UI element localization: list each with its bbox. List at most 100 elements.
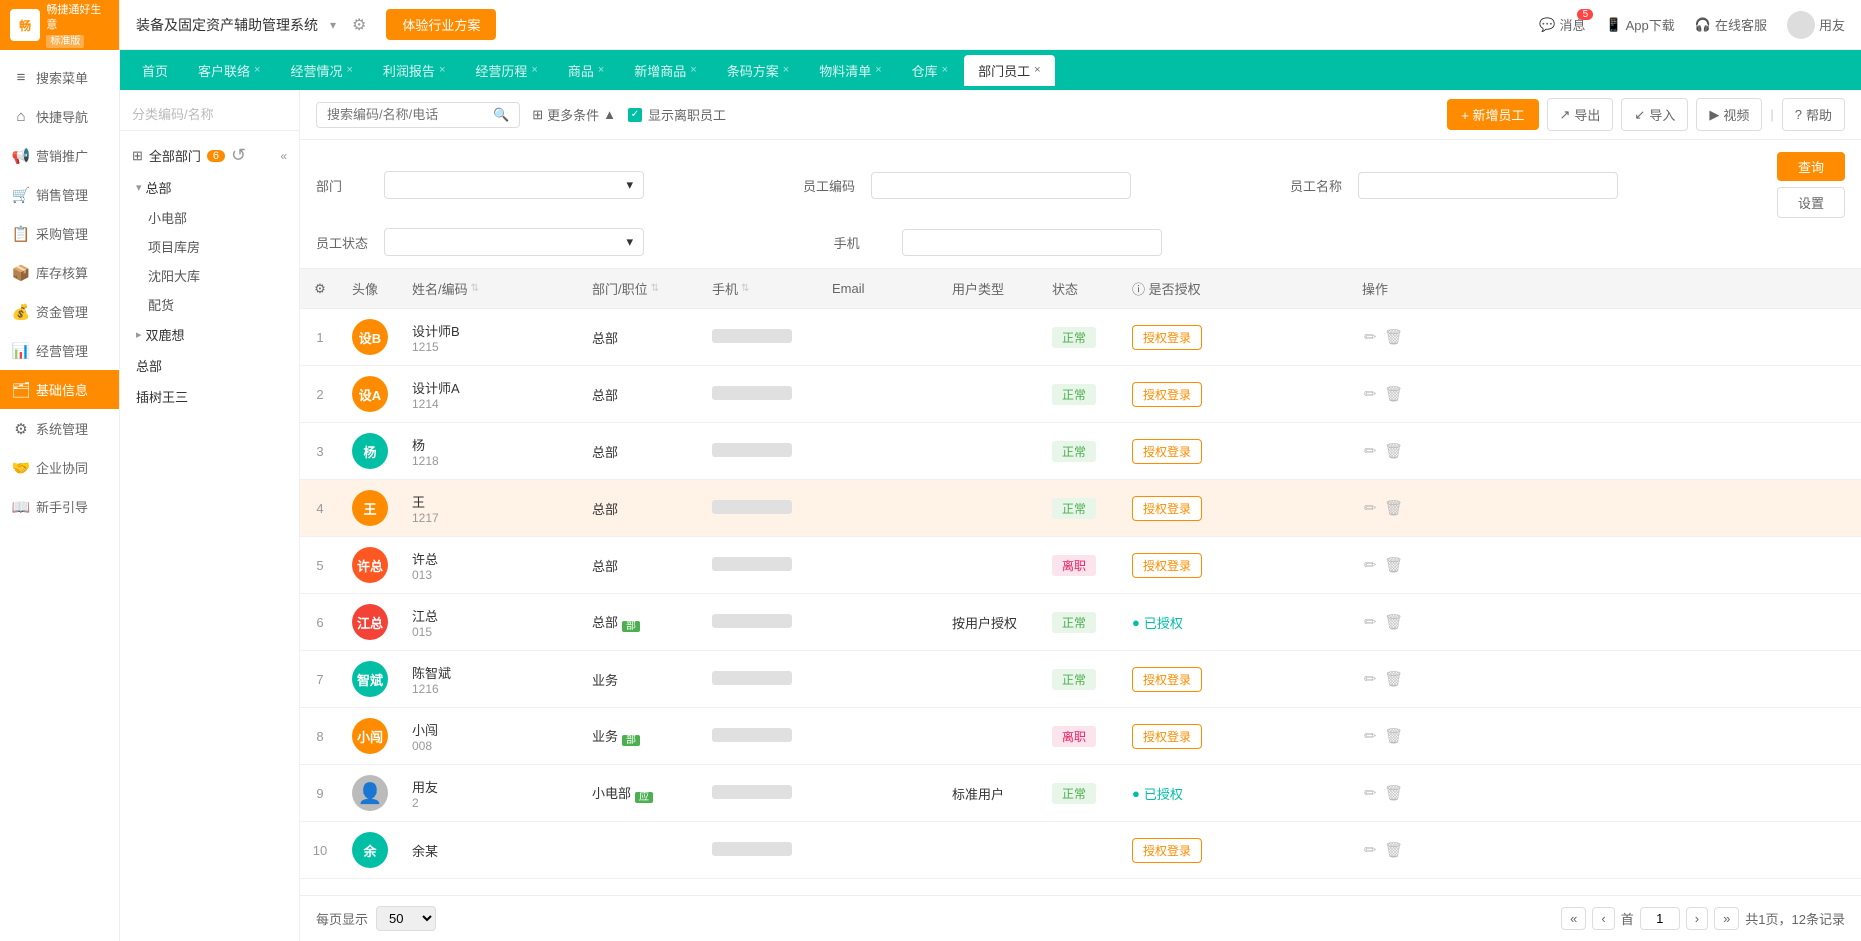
video-button[interactable]: ▶ 视频 [1696, 98, 1762, 131]
help-button[interactable]: ? 帮助 [1782, 98, 1845, 131]
tab-goods[interactable]: 商品 × [554, 55, 618, 86]
tab-customer[interactable]: 客户联络 × [184, 55, 274, 86]
try-button[interactable]: 体验行业方案 [386, 9, 496, 40]
online-service-button[interactable]: 🎧 在线客服 [1695, 15, 1767, 34]
sidebar-item-operation[interactable]: 📊 经营管理 [0, 331, 119, 370]
edit-icon[interactable]: ✏ [1364, 728, 1377, 745]
sidebar-item-finance[interactable]: 💰 资金管理 [0, 292, 119, 331]
dept-select[interactable]: ▾ [384, 171, 644, 199]
settings-icon[interactable]: ⚙ [352, 15, 366, 35]
tab-close-icon[interactable]: × [942, 64, 948, 76]
phone-input[interactable] [902, 229, 1162, 256]
app-download-button[interactable]: 📱 App下载 [1605, 15, 1674, 34]
message-button[interactable]: 💬 消息 5 [1539, 15, 1585, 34]
edit-icon[interactable]: ✏ [1364, 671, 1377, 688]
tab-add-goods[interactable]: 新增商品 × [620, 55, 710, 86]
sidebar-item-inventory[interactable]: 📦 库存核算 [0, 253, 119, 292]
dept-header[interactable]: ⊞ 全部部门 6 ↺ « [120, 139, 299, 172]
delete-icon[interactable]: 🗑 [1384, 614, 1403, 631]
delete-icon[interactable]: 🗑 [1384, 842, 1403, 859]
dept-parent-zongbu[interactable]: ▾ 总部 [120, 172, 299, 203]
edit-icon[interactable]: ✏ [1364, 500, 1377, 517]
add-employee-button[interactable]: + 新增员工 [1447, 99, 1538, 130]
emp-name-input[interactable] [1358, 172, 1618, 199]
emp-code-input[interactable] [871, 172, 1131, 199]
tab-close-icon[interactable]: × [598, 64, 604, 76]
tab-close-icon[interactable]: × [439, 64, 445, 76]
collapse-icon[interactable]: « [280, 149, 287, 163]
tab-close-icon[interactable]: × [531, 64, 537, 76]
sidebar-item-search[interactable]: ≡ 搜索菜单 [0, 58, 119, 97]
import-button[interactable]: ↙ 导入 [1621, 98, 1688, 131]
auth-login-button[interactable]: 授权登录 [1132, 724, 1202, 749]
tab-close-icon[interactable]: × [254, 64, 260, 76]
tab-operation-status[interactable]: 经营情况 × [276, 55, 366, 86]
tab-department-staff[interactable]: 部门员工 × [964, 55, 1054, 86]
edit-icon[interactable]: ✏ [1364, 785, 1377, 802]
dept-parent-zongbu2[interactable]: 总部 [120, 350, 299, 381]
sidebar-item-basic-info[interactable]: 🗂 基础信息 [0, 370, 119, 409]
export-button[interactable]: ↗ 导出 [1547, 98, 1614, 131]
edit-icon[interactable]: ✏ [1364, 842, 1377, 859]
auth-login-button[interactable]: 授权登录 [1132, 838, 1202, 863]
refresh-icon[interactable]: ↺ [231, 145, 246, 166]
tab-close-icon[interactable]: × [690, 64, 696, 76]
th-dept[interactable]: 部门/职位 ⇅ [580, 269, 700, 309]
search-input[interactable] [327, 107, 487, 122]
auth-login-button[interactable]: 授权登录 [1132, 667, 1202, 692]
dept-parent-chashuwangsan[interactable]: 插树王三 [120, 381, 299, 412]
th-phone[interactable]: 手机 ⇅ [700, 269, 820, 309]
sidebar-item-purchase[interactable]: 📋 采购管理 [0, 214, 119, 253]
set-button[interactable]: 设置 [1777, 187, 1845, 218]
auth-login-button[interactable]: 授权登录 [1132, 553, 1202, 578]
th-settings[interactable]: ⚙ [300, 269, 340, 309]
tab-bom[interactable]: 物料清单 × [805, 55, 895, 86]
delete-icon[interactable]: 🗑 [1384, 785, 1403, 802]
delete-icon[interactable]: 🗑 [1384, 728, 1403, 745]
dept-search-input[interactable] [132, 107, 300, 122]
sidebar-item-sales[interactable]: 🛒 销售管理 [0, 175, 119, 214]
emp-status-select[interactable]: ▾ [384, 228, 644, 256]
tab-barcode[interactable]: 条码方案 × [713, 55, 803, 86]
tab-close-icon[interactable]: × [783, 64, 789, 76]
sidebar-item-system[interactable]: ⚙ 系统管理 [0, 409, 119, 448]
user-menu[interactable]: 用友 [1787, 11, 1845, 39]
first-page-button[interactable]: « [1561, 907, 1586, 930]
delete-icon[interactable]: 🗑 [1384, 500, 1403, 517]
auth-login-button[interactable]: 授权登录 [1132, 496, 1202, 521]
delete-icon[interactable]: 🗑 [1384, 557, 1403, 574]
edit-icon[interactable]: ✏ [1364, 614, 1377, 631]
auth-login-button[interactable]: 授权登录 [1132, 439, 1202, 464]
auth-login-button[interactable]: 授权登录 [1132, 382, 1202, 407]
tab-warehouse[interactable]: 仓库 × [898, 55, 962, 86]
tab-close-icon[interactable]: × [1034, 64, 1040, 76]
more-filter-button[interactable]: ⊞ 更多条件 ▲ [532, 105, 616, 124]
delete-icon[interactable]: 🗑 [1384, 329, 1403, 346]
edit-icon[interactable]: ✏ [1364, 329, 1377, 346]
dept-child-shenyang[interactable]: 沈阳大库 [120, 261, 299, 290]
dept-child-peihua[interactable]: 配货 [120, 290, 299, 319]
page-size-select[interactable]: 10 20 50 100 [376, 906, 436, 931]
th-name[interactable]: 姓名/编码 ⇅ [400, 269, 580, 309]
next-page-button[interactable]: › [1686, 907, 1708, 930]
show-resigned[interactable]: ✓ 显示离职员工 [628, 105, 726, 124]
auth-login-button[interactable]: 授权登录 [1132, 325, 1202, 350]
tab-operation-history[interactable]: 经营历程 × [461, 55, 551, 86]
sidebar-item-enterprise[interactable]: 🤝 企业协同 [0, 448, 119, 487]
sidebar-item-guide[interactable]: 📖 新手引导 [0, 487, 119, 526]
tab-home[interactable]: 首页 [128, 55, 182, 86]
tab-close-icon[interactable]: × [346, 64, 352, 76]
delete-icon[interactable]: 🗑 [1384, 671, 1403, 688]
edit-icon[interactable]: ✏ [1364, 386, 1377, 403]
dept-child-project[interactable]: 项目库房 [120, 232, 299, 261]
edit-icon[interactable]: ✏ [1364, 557, 1377, 574]
search-button[interactable]: 查询 [1777, 152, 1845, 181]
delete-icon[interactable]: 🗑 [1384, 386, 1403, 403]
delete-icon[interactable]: 🗑 [1384, 443, 1403, 460]
sidebar-item-marketing[interactable]: 📢 营销推广 [0, 136, 119, 175]
dept-parent-shuangluxiang[interactable]: ▸ 双鹿想 [120, 319, 299, 350]
dept-child-xiaodian[interactable]: 小电部 [120, 203, 299, 232]
last-page-button[interactable]: » [1714, 907, 1739, 930]
dropdown-arrow-icon[interactable]: ▾ [330, 18, 336, 32]
sidebar-item-quicknav[interactable]: ⌂ 快捷导航 [0, 97, 119, 136]
